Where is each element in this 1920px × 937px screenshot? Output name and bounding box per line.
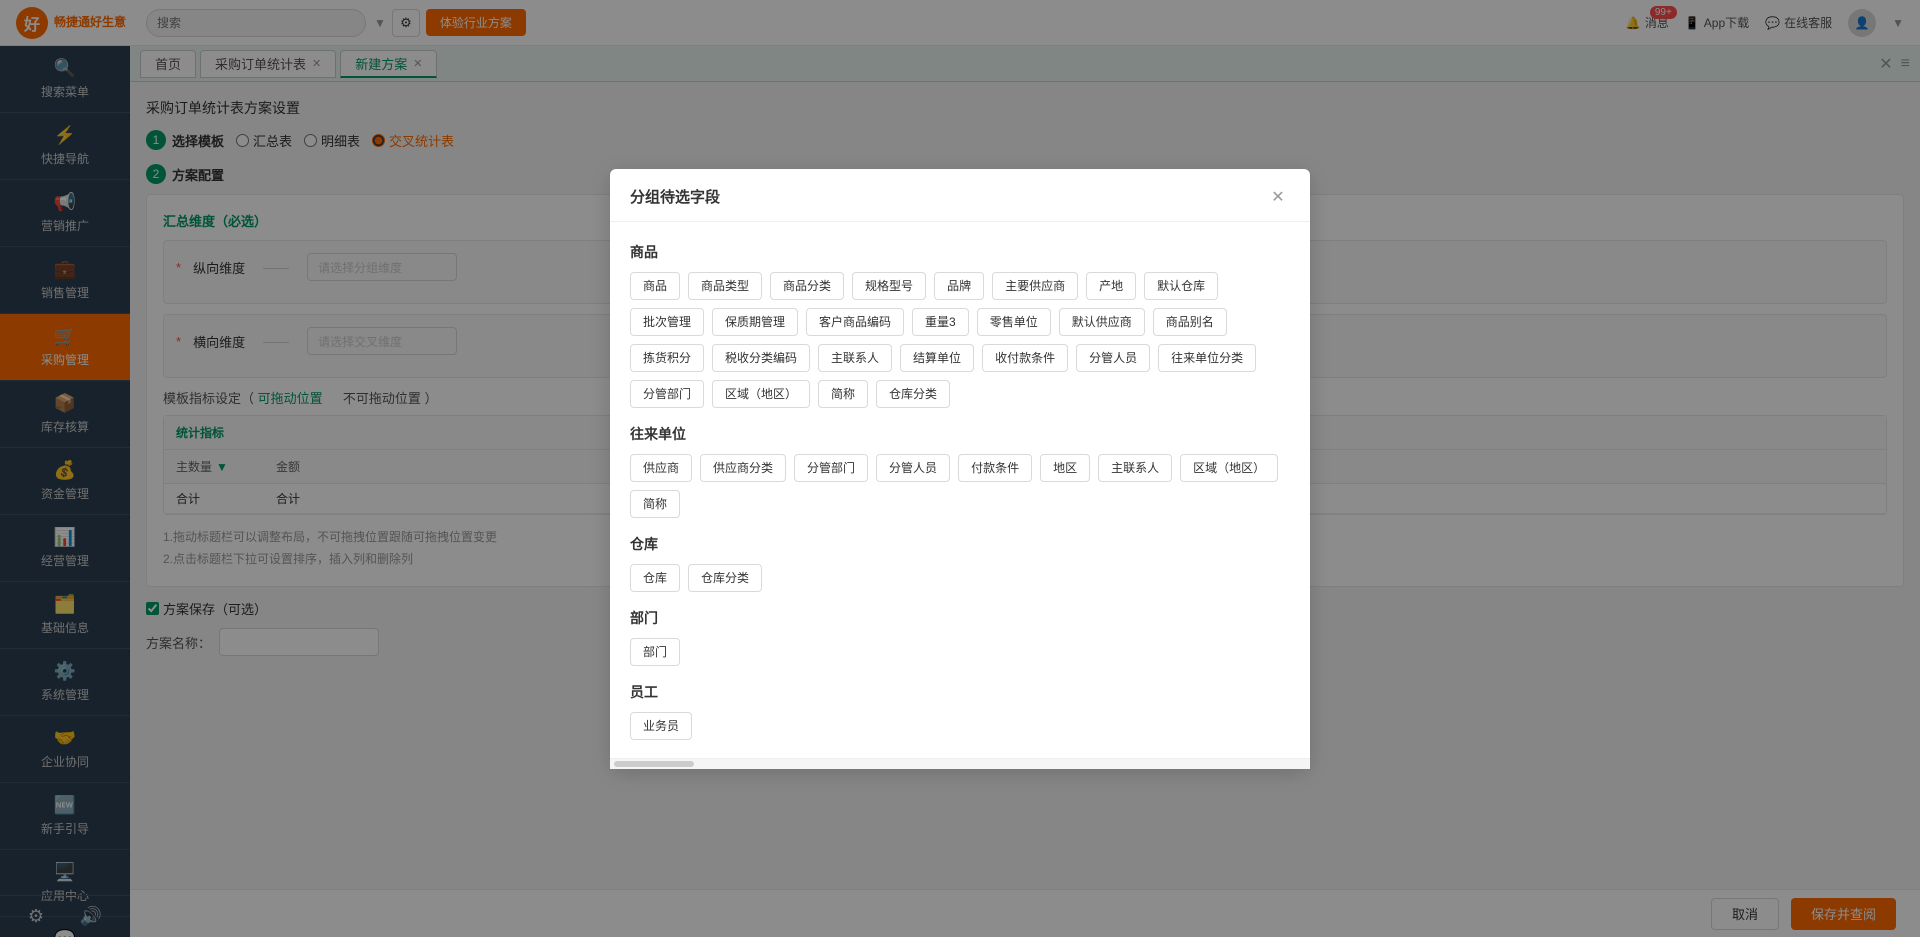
field-tag-product-grid-24[interactable]: 简称	[818, 380, 868, 408]
field-tag-counterpart-grid-2[interactable]: 分管部门	[794, 454, 868, 482]
section-title-department: 部门	[630, 608, 1290, 628]
field-tag-product-grid-18[interactable]: 结算单位	[900, 344, 974, 372]
field-tag-product-grid-6[interactable]: 产地	[1086, 272, 1136, 300]
field-tag-product-grid-9[interactable]: 保质期管理	[712, 308, 798, 336]
section-title-counterpart: 往来单位	[630, 424, 1290, 444]
field-tag-product-grid-23[interactable]: 区域（地区）	[712, 380, 810, 408]
field-tag-product-grid-12[interactable]: 零售单位	[977, 308, 1051, 336]
field-tag-product-grid-0[interactable]: 商品	[630, 272, 680, 300]
field-tag-product-grid-25[interactable]: 仓库分类	[876, 380, 950, 408]
modal-body: 商品 商品商品类型商品分类规格型号品牌主要供应商产地默认仓库批次管理保质期管理客…	[610, 222, 1310, 759]
field-tag-department-grid-0[interactable]: 部门	[630, 638, 680, 666]
field-tag-product-grid-22[interactable]: 分管部门	[630, 380, 704, 408]
field-tag-product-grid-15[interactable]: 拣货积分	[630, 344, 704, 372]
counterpart-fields-grid: 供应商供应商分类分管部门分管人员付款条件地区主联系人区域（地区） 简称	[630, 454, 1290, 518]
field-tag-product-grid-14[interactable]: 商品别名	[1153, 308, 1227, 336]
field-tag-product-grid-19[interactable]: 收付款条件	[982, 344, 1068, 372]
field-tag-product-grid-8[interactable]: 批次管理	[630, 308, 704, 336]
section-title-warehouse: 仓库	[630, 534, 1290, 554]
section-title-employee: 员工	[630, 682, 1290, 702]
field-tag-counterpart-grid-1[interactable]: 供应商分类	[700, 454, 786, 482]
field-tag-counterpart-grid-7[interactable]: 区域（地区）	[1180, 454, 1278, 482]
field-tag-product-grid-21[interactable]: 往来单位分类	[1158, 344, 1256, 372]
field-tag-product-grid-16[interactable]: 税收分类编码	[712, 344, 810, 372]
field-tag-product-grid-2[interactable]: 商品分类	[770, 272, 844, 300]
warehouse-fields-grid: 仓库仓库分类	[630, 564, 1290, 592]
field-tag-counterpart-grid-8[interactable]: 简称	[630, 490, 680, 518]
field-tag-product-grid-3[interactable]: 规格型号	[852, 272, 926, 300]
field-tag-counterpart-grid-6[interactable]: 主联系人	[1098, 454, 1172, 482]
department-fields-grid: 部门	[630, 638, 1290, 666]
modal-hscrollbar[interactable]	[610, 758, 1310, 768]
employee-fields-grid: 业务员	[630, 712, 1290, 740]
field-tag-warehouse-grid-0[interactable]: 仓库	[630, 564, 680, 592]
field-tag-product-grid-1[interactable]: 商品类型	[688, 272, 762, 300]
field-tag-employee-grid-0[interactable]: 业务员	[630, 712, 692, 740]
field-tag-product-grid-20[interactable]: 分管人员	[1076, 344, 1150, 372]
product-fields-grid: 商品商品类型商品分类规格型号品牌主要供应商产地默认仓库批次管理保质期管理客户商品…	[630, 272, 1290, 408]
field-tag-product-grid-11[interactable]: 重量3	[912, 308, 969, 336]
field-tag-counterpart-grid-0[interactable]: 供应商	[630, 454, 692, 482]
section-title-product: 商品	[630, 242, 1290, 262]
field-tag-product-grid-5[interactable]: 主要供应商	[992, 272, 1078, 300]
modal-close-button[interactable]: ✕	[1266, 185, 1290, 209]
field-tag-counterpart-grid-3[interactable]: 分管人员	[876, 454, 950, 482]
field-tag-counterpart-grid-4[interactable]: 付款条件	[958, 454, 1032, 482]
field-tag-product-grid-7[interactable]: 默认仓库	[1144, 272, 1218, 300]
field-tag-product-grid-4[interactable]: 品牌	[934, 272, 984, 300]
field-selection-modal: 分组待选字段 ✕ 商品 商品商品类型商品分类规格型号品牌主要供应商产地默认仓库批…	[610, 169, 1310, 769]
field-tag-product-grid-10[interactable]: 客户商品编码	[806, 308, 904, 336]
field-tag-product-grid-17[interactable]: 主联系人	[818, 344, 892, 372]
hscroll-thumb	[614, 761, 694, 767]
field-tag-counterpart-grid-5[interactable]: 地区	[1040, 454, 1090, 482]
field-tag-warehouse-grid-1[interactable]: 仓库分类	[688, 564, 762, 592]
modal-header: 分组待选字段 ✕	[610, 169, 1310, 222]
field-tag-product-grid-13[interactable]: 默认供应商	[1059, 308, 1145, 336]
modal-title: 分组待选字段	[630, 186, 720, 207]
